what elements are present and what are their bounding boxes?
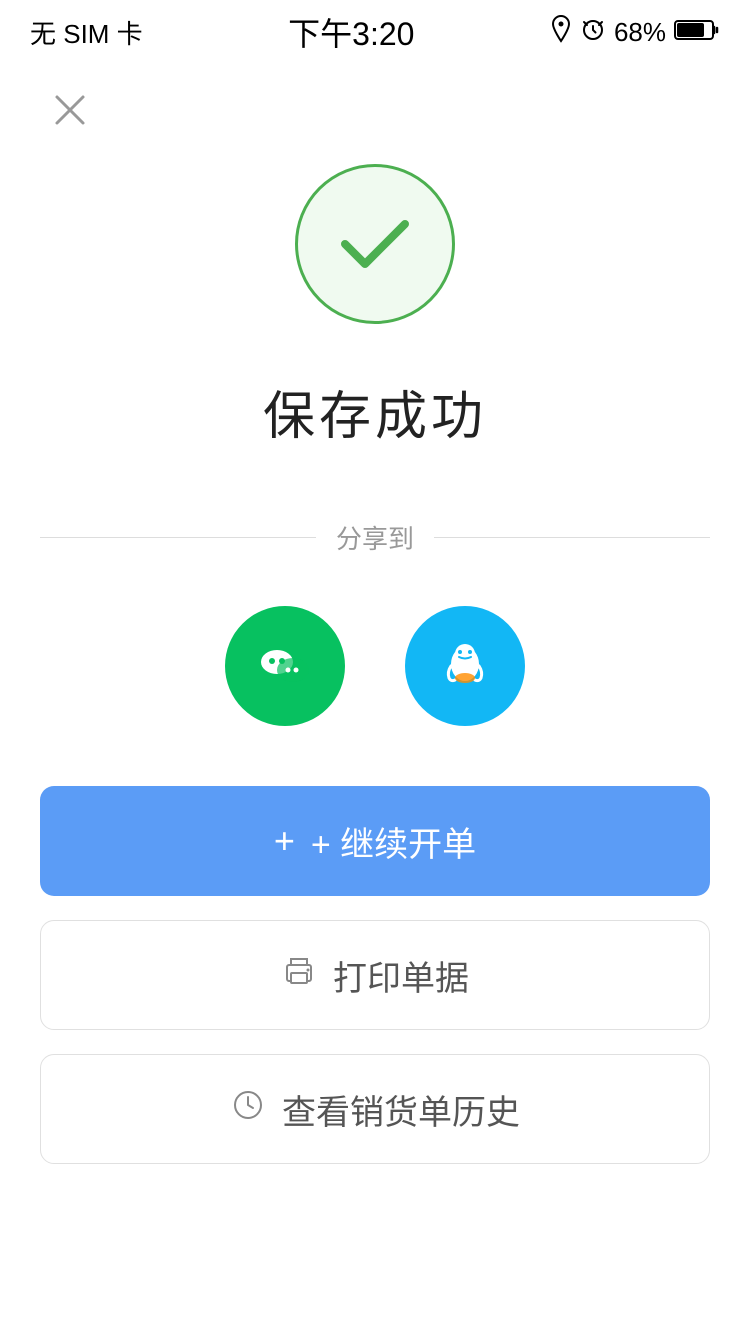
continue-order-button[interactable]: + + 继续开单 — [40, 786, 710, 896]
qq-share-button[interactable] — [405, 606, 525, 726]
print-label: 打印单据 — [333, 951, 469, 1000]
main-content: 保存成功 分享到 — [0, 64, 750, 1164]
location-icon — [550, 15, 572, 50]
print-icon — [281, 953, 317, 998]
carrier-text: 无 SIM 卡 — [30, 14, 143, 51]
continue-order-label: + 继续开单 — [311, 817, 476, 866]
status-right: 68% — [550, 15, 720, 50]
share-label: 分享到 — [336, 519, 414, 556]
print-button[interactable]: 打印单据 — [40, 920, 710, 1030]
success-icon-circle — [295, 164, 455, 324]
history-icon — [230, 1087, 266, 1132]
status-bar: 无 SIM 卡 下午3:20 68% — [0, 0, 750, 64]
alarm-icon — [580, 16, 606, 49]
continue-order-icon: + — [274, 820, 295, 862]
close-button[interactable] — [40, 80, 100, 140]
history-label: 查看销货单历史 — [282, 1085, 520, 1134]
share-icons — [40, 606, 710, 726]
success-title: 保存成功 — [263, 374, 487, 449]
wechat-share-button[interactable] — [225, 606, 345, 726]
action-buttons: + + 继续开单 打印单据 查看销货单历史 — [0, 786, 750, 1164]
share-divider: 分享到 — [40, 519, 710, 556]
share-section: 分享到 — [0, 519, 750, 726]
status-time: 下午3:20 — [153, 9, 550, 55]
battery-icon — [674, 17, 720, 48]
status-left: 无 SIM 卡 — [30, 14, 153, 51]
battery-text: 68% — [614, 17, 666, 48]
history-button[interactable]: 查看销货单历史 — [40, 1054, 710, 1164]
